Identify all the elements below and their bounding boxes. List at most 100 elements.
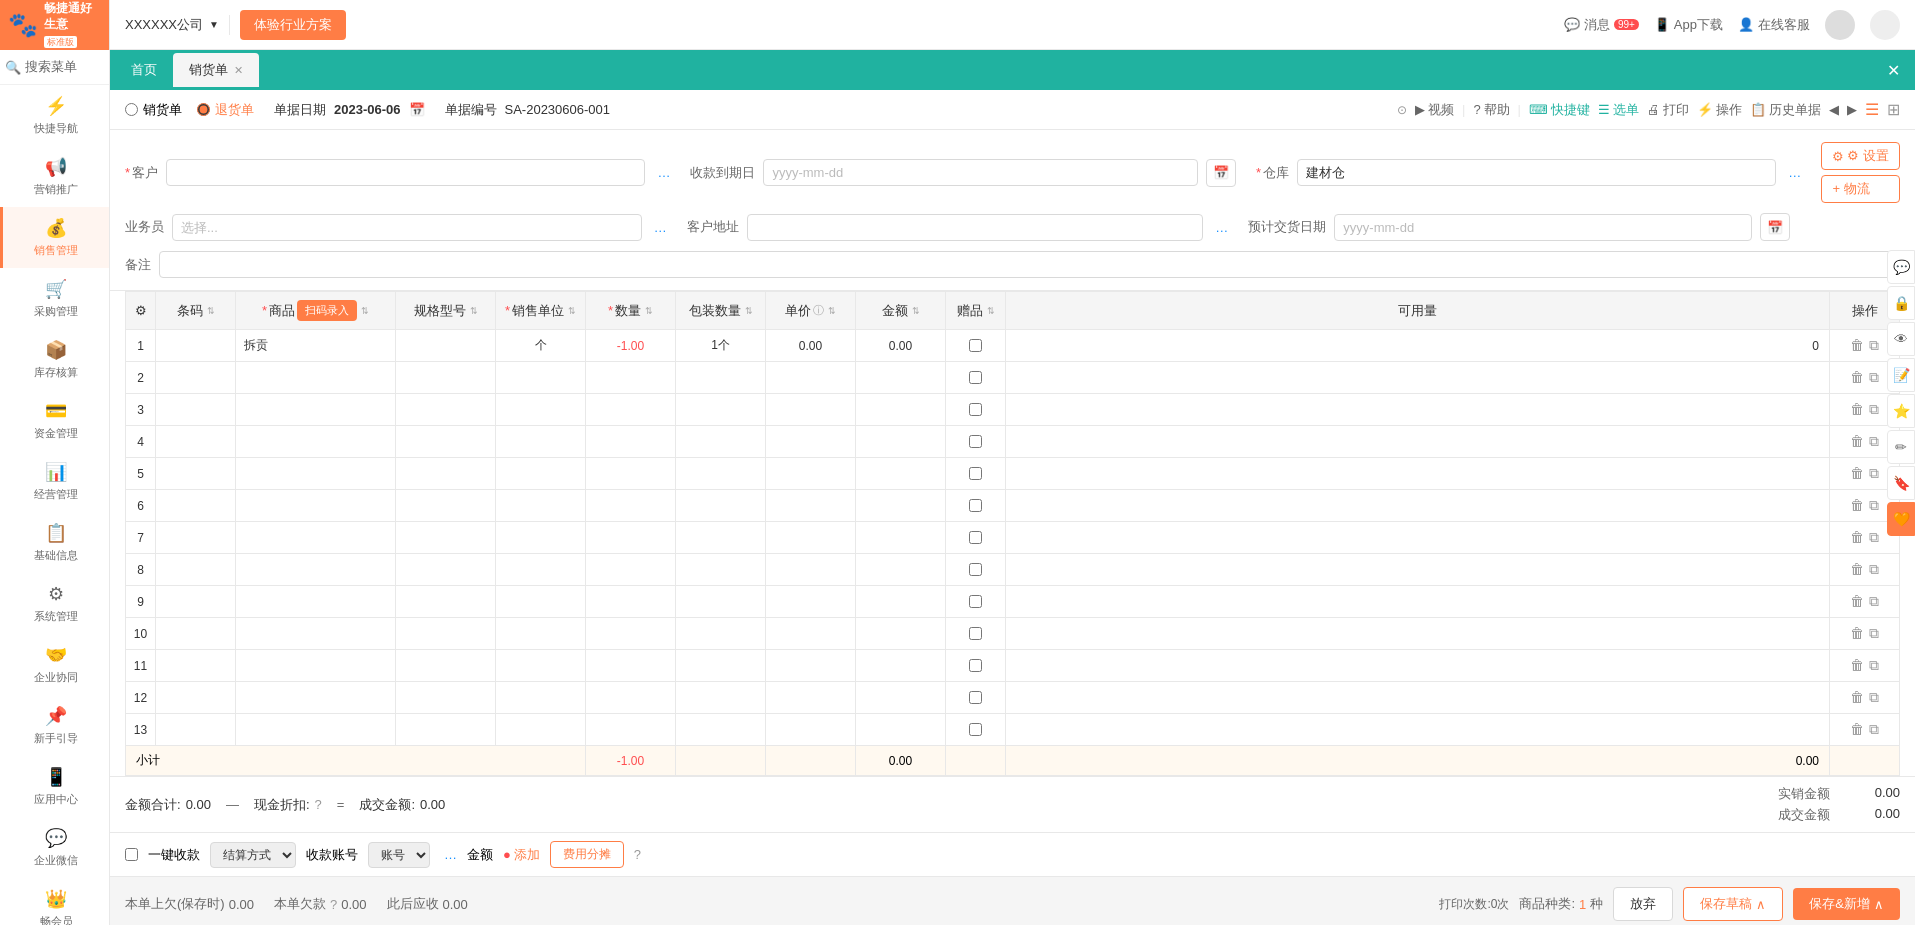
cell-gift[interactable] [946, 394, 1006, 426]
floating-star-btn[interactable]: ⭐ [1887, 394, 1915, 428]
copy-icon[interactable]: ⧉ [1869, 369, 1879, 386]
cell-unit-price[interactable] [766, 682, 856, 714]
gift-checkbox[interactable] [969, 371, 982, 384]
copy-icon[interactable]: ⧉ [1869, 529, 1879, 546]
warehouse-dots[interactable]: … [1788, 165, 1801, 180]
calendar-icon[interactable]: 📅 [409, 102, 425, 117]
cell-unit[interactable] [496, 618, 586, 650]
cell-amount[interactable] [856, 650, 946, 682]
cell-barcode[interactable] [156, 554, 236, 586]
delete-icon[interactable]: 🗑 [1850, 369, 1864, 386]
pack-sort[interactable]: ⇅ [745, 306, 753, 316]
one-click-payment-checkbox[interactable] [125, 848, 138, 861]
customer-address-dots[interactable]: … [1215, 220, 1228, 235]
remark-input[interactable] [159, 251, 1900, 278]
receipt-date-calendar-btn[interactable]: 📅 [1206, 159, 1236, 187]
cell-quantity[interactable] [586, 650, 676, 682]
qty-sort[interactable]: ⇅ [645, 306, 653, 316]
sidebar-item-inventory[interactable]: 📦 库存核算 [0, 329, 109, 390]
delete-icon[interactable]: 🗑 [1850, 401, 1864, 418]
delete-icon[interactable]: 🗑 [1850, 593, 1864, 610]
cell-spec[interactable] [396, 330, 496, 362]
warehouse-input[interactable] [1297, 159, 1776, 186]
cell-spec[interactable] [396, 394, 496, 426]
salesperson-dots[interactable]: … [654, 220, 667, 235]
floating-chat-btn[interactable]: 💬 [1887, 250, 1915, 284]
cell-quantity[interactable] [586, 426, 676, 458]
help-btn[interactable]: ? 帮助 [1473, 101, 1509, 119]
cell-quantity[interactable] [586, 362, 676, 394]
copy-icon[interactable]: ⧉ [1869, 689, 1879, 706]
info-icon[interactable]: ⓘ [813, 303, 824, 318]
radio-sale-input[interactable] [125, 103, 138, 116]
cell-unit-price[interactable]: 0.00 [766, 330, 856, 362]
operation-btn[interactable]: ⚡ 操作 [1697, 101, 1742, 119]
app-download-btn[interactable]: 📱 App下载 [1654, 16, 1723, 34]
cell-product[interactable] [236, 458, 396, 490]
cell-unit[interactable] [496, 394, 586, 426]
cell-barcode[interactable] [156, 458, 236, 490]
cell-spec[interactable] [396, 554, 496, 586]
cell-spec[interactable] [396, 426, 496, 458]
cell-product[interactable] [236, 394, 396, 426]
radio-sale[interactable]: 销货单 [125, 101, 182, 119]
cell-quantity[interactable] [586, 714, 676, 746]
floating-lock-btn[interactable]: 🔒 [1887, 286, 1915, 320]
cell-gift[interactable] [946, 682, 1006, 714]
tab-sale-order[interactable]: 销货单 ✕ [173, 53, 259, 87]
cell-spec[interactable] [396, 650, 496, 682]
cell-quantity[interactable] [586, 522, 676, 554]
customer-address-input[interactable] [747, 214, 1204, 241]
gift-sort[interactable]: ⇅ [987, 306, 995, 316]
cell-pack-qty[interactable] [676, 522, 766, 554]
cell-barcode[interactable] [156, 330, 236, 362]
sidebar-item-guide[interactable]: 📌 新手引导 [0, 695, 109, 756]
cell-unit-price[interactable] [766, 522, 856, 554]
cell-unit-price[interactable] [766, 650, 856, 682]
cell-spec[interactable] [396, 522, 496, 554]
cell-spec[interactable] [396, 682, 496, 714]
copy-icon[interactable]: ⧉ [1869, 657, 1879, 674]
cell-unit[interactable] [496, 426, 586, 458]
copy-icon[interactable]: ⧉ [1869, 465, 1879, 482]
choose-btn[interactable]: ☰ 选单 [1598, 101, 1639, 119]
cell-product[interactable]: 拆贡 [236, 330, 396, 362]
cell-pack-qty[interactable] [676, 426, 766, 458]
cell-quantity[interactable] [586, 394, 676, 426]
add-payment-btn[interactable]: ● 添加 [503, 846, 540, 864]
radio-return[interactable]: 退货单 [197, 101, 254, 119]
abandon-button[interactable]: 放弃 [1613, 887, 1673, 921]
gift-checkbox[interactable] [969, 627, 982, 640]
payment-account-select[interactable]: 账号 [368, 842, 430, 868]
cell-pack-qty[interactable] [676, 682, 766, 714]
gift-checkbox[interactable] [969, 403, 982, 416]
cell-gift[interactable] [946, 618, 1006, 650]
cell-amount[interactable] [856, 458, 946, 490]
cell-spec[interactable] [396, 714, 496, 746]
gift-checkbox[interactable] [969, 723, 982, 736]
payment-dots[interactable]: … [444, 847, 457, 862]
copy-icon[interactable]: ⧉ [1869, 625, 1879, 642]
sidebar-item-corpwechat[interactable]: 💬 企业微信 [0, 817, 109, 878]
cell-pack-qty[interactable] [676, 618, 766, 650]
cell-pack-qty[interactable]: 1个 [676, 330, 766, 362]
sidebar-item-base[interactable]: 📋 基础信息 [0, 512, 109, 573]
delete-icon[interactable]: 🗑 [1850, 625, 1864, 642]
tabbar-close-icon[interactable]: ✕ [1877, 56, 1910, 85]
cell-unit[interactable] [496, 362, 586, 394]
cell-quantity[interactable] [586, 490, 676, 522]
cell-barcode[interactable] [156, 426, 236, 458]
cell-unit[interactable] [496, 586, 586, 618]
cell-quantity[interactable] [586, 586, 676, 618]
cell-spec[interactable] [396, 618, 496, 650]
floating-eye-btn[interactable]: 👁 [1887, 322, 1915, 356]
cell-spec[interactable] [396, 362, 496, 394]
tab-home[interactable]: 首页 [115, 53, 173, 87]
cell-unit-price[interactable] [766, 426, 856, 458]
cell-amount[interactable]: 0.00 [856, 330, 946, 362]
cell-unit[interactable] [496, 682, 586, 714]
save-new-button[interactable]: 保存&新增 ∧ [1793, 888, 1900, 920]
copy-icon[interactable]: ⧉ [1869, 433, 1879, 450]
sidebar-search[interactable]: 🔍 搜索菜单 [0, 50, 109, 85]
cell-pack-qty[interactable] [676, 650, 766, 682]
